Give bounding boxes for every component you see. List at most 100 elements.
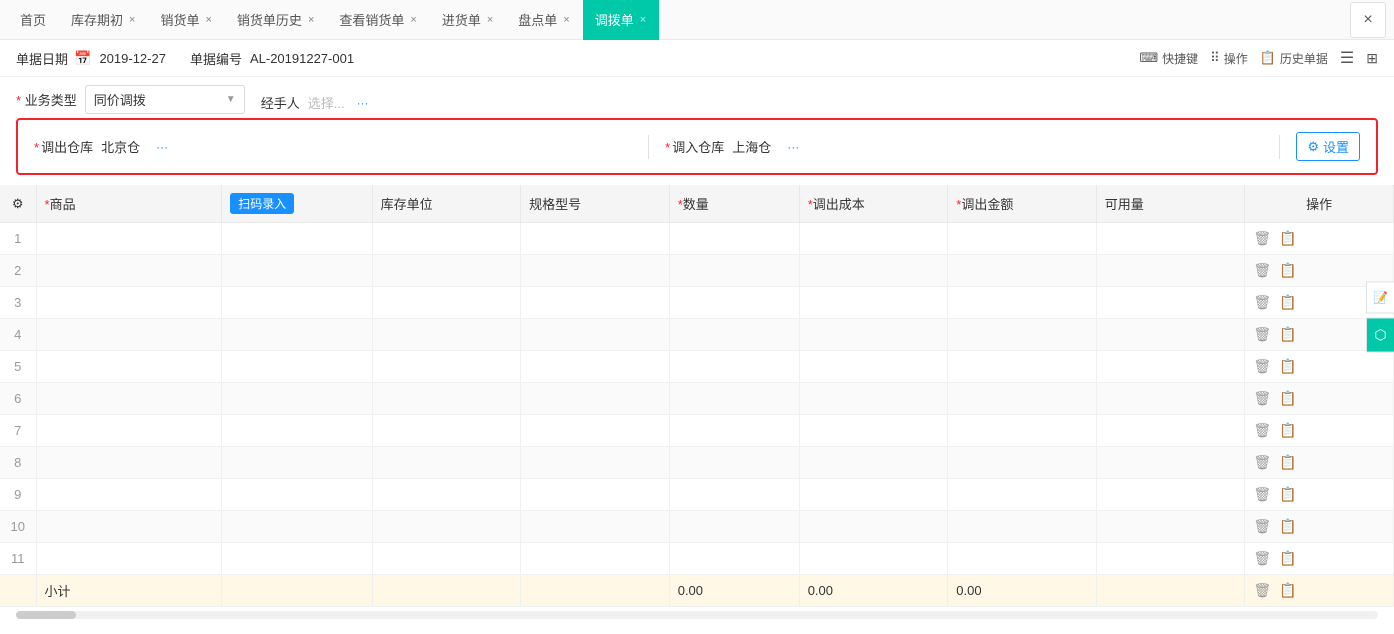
copy-icon[interactable]: 📋: [1279, 262, 1296, 279]
product-cell[interactable]: [36, 255, 222, 287]
qty-cell[interactable]: [669, 543, 799, 575]
product-cell[interactable]: [36, 543, 222, 575]
unit-cell[interactable]: [372, 383, 521, 415]
delete-icon[interactable]: 🗑: [1253, 358, 1271, 375]
unit-cell[interactable]: [372, 479, 521, 511]
close-icon[interactable]: ×: [640, 14, 646, 26]
unit-cell[interactable]: [372, 351, 521, 383]
scan-button[interactable]: 扫码录入: [230, 193, 294, 214]
amount-cell[interactable]: [948, 511, 1097, 543]
product-cell[interactable]: [36, 511, 222, 543]
unit-cell[interactable]: [372, 319, 521, 351]
tab-sales-order[interactable]: 销货单 ×: [148, 0, 224, 40]
amount-cell[interactable]: [948, 223, 1097, 255]
tab-home[interactable]: 首页: [8, 0, 59, 40]
copy-icon[interactable]: 📋: [1279, 582, 1296, 599]
close-icon[interactable]: ×: [410, 14, 416, 26]
unit-cell[interactable]: [372, 223, 521, 255]
amount-cell[interactable]: [948, 319, 1097, 351]
copy-icon[interactable]: 📋: [1279, 326, 1296, 343]
cost-cell[interactable]: [799, 415, 948, 447]
amount-cell[interactable]: [948, 255, 1097, 287]
copy-icon[interactable]: 📋: [1279, 486, 1296, 503]
delete-icon[interactable]: 🗑: [1253, 518, 1271, 535]
amount-cell[interactable]: [948, 287, 1097, 319]
copy-icon[interactable]: 📋: [1279, 390, 1296, 407]
product-cell[interactable]: [36, 223, 222, 255]
cost-cell[interactable]: [799, 319, 948, 351]
warehouse-out-more-icon[interactable]: ···: [156, 140, 168, 154]
tab-inventory-init[interactable]: 库存期初 ×: [59, 0, 148, 40]
unit-cell[interactable]: [372, 447, 521, 479]
delete-icon[interactable]: 🗑: [1253, 454, 1271, 471]
qty-cell[interactable]: [669, 319, 799, 351]
unit-cell[interactable]: [372, 415, 521, 447]
delete-icon[interactable]: 🗑: [1253, 326, 1271, 343]
handler-select[interactable]: 选择...: [308, 93, 345, 112]
spec-cell[interactable]: [521, 447, 670, 479]
layout-list-button[interactable]: ☰: [1340, 48, 1354, 68]
amount-cell[interactable]: [948, 479, 1097, 511]
qty-cell[interactable]: [669, 415, 799, 447]
notes-button[interactable]: 📝: [1366, 282, 1394, 314]
qty-cell[interactable]: [669, 287, 799, 319]
copy-icon[interactable]: 📋: [1279, 550, 1296, 567]
delete-icon[interactable]: 🗑: [1253, 262, 1271, 279]
delete-icon[interactable]: 🗑: [1253, 390, 1271, 407]
amount-cell[interactable]: [948, 415, 1097, 447]
business-type-select[interactable]: 同价调拨 ▼: [85, 85, 245, 114]
unit-cell[interactable]: [372, 543, 521, 575]
copy-icon[interactable]: 📋: [1279, 230, 1296, 247]
cost-cell[interactable]: [799, 511, 948, 543]
close-all-button[interactable]: ×: [1350, 2, 1386, 38]
tab-transfer[interactable]: 调拨单 ×: [583, 0, 659, 40]
product-cell[interactable]: [36, 447, 222, 479]
cost-cell[interactable]: [799, 543, 948, 575]
spec-cell[interactable]: [521, 479, 670, 511]
amount-cell[interactable]: [948, 351, 1097, 383]
copy-icon[interactable]: 📋: [1279, 518, 1296, 535]
cost-cell[interactable]: [799, 287, 948, 319]
amount-cell[interactable]: [948, 543, 1097, 575]
handler-more-icon[interactable]: ···: [357, 96, 369, 110]
delete-icon[interactable]: 🗑: [1253, 422, 1271, 439]
expand-button[interactable]: ⬡: [1366, 318, 1394, 353]
cost-cell[interactable]: [799, 255, 948, 287]
tab-inventory-check[interactable]: 盘点单 ×: [506, 0, 582, 40]
product-cell[interactable]: [36, 415, 222, 447]
history-button[interactable]: 📋 历史单据: [1260, 50, 1328, 67]
unit-cell[interactable]: [372, 255, 521, 287]
qty-cell[interactable]: [669, 351, 799, 383]
qty-cell[interactable]: [669, 383, 799, 415]
delete-icon[interactable]: 🗑: [1253, 230, 1271, 247]
spec-cell[interactable]: [521, 543, 670, 575]
amount-cell[interactable]: [948, 447, 1097, 479]
delete-icon[interactable]: 🗑: [1253, 550, 1271, 567]
delete-icon[interactable]: 🗑: [1253, 486, 1271, 503]
close-icon[interactable]: ×: [487, 14, 493, 26]
cost-cell[interactable]: [799, 447, 948, 479]
qty-cell[interactable]: [669, 511, 799, 543]
calendar-icon[interactable]: 📅: [74, 50, 91, 67]
cost-cell[interactable]: [799, 223, 948, 255]
tab-purchase[interactable]: 进货单 ×: [430, 0, 506, 40]
amount-cell[interactable]: [948, 383, 1097, 415]
copy-icon[interactable]: 📋: [1279, 294, 1296, 311]
product-cell[interactable]: [36, 351, 222, 383]
product-cell[interactable]: [36, 287, 222, 319]
qty-cell[interactable]: [669, 447, 799, 479]
spec-cell[interactable]: [521, 287, 670, 319]
copy-icon[interactable]: 📋: [1279, 454, 1296, 471]
shortcut-button[interactable]: ⌨ 快捷键: [1139, 50, 1198, 67]
close-icon[interactable]: ×: [563, 14, 569, 26]
cost-cell[interactable]: [799, 351, 948, 383]
spec-cell[interactable]: [521, 511, 670, 543]
spec-cell[interactable]: [521, 255, 670, 287]
product-cell[interactable]: [36, 479, 222, 511]
product-cell[interactable]: [36, 319, 222, 351]
delete-icon[interactable]: 🗑: [1253, 294, 1271, 311]
tab-sales-history[interactable]: 销货单历史 ×: [225, 0, 327, 40]
operation-button[interactable]: ⠿ 操作: [1210, 50, 1248, 67]
scrollbar-thumb[interactable]: [16, 611, 76, 619]
product-cell[interactable]: [36, 383, 222, 415]
